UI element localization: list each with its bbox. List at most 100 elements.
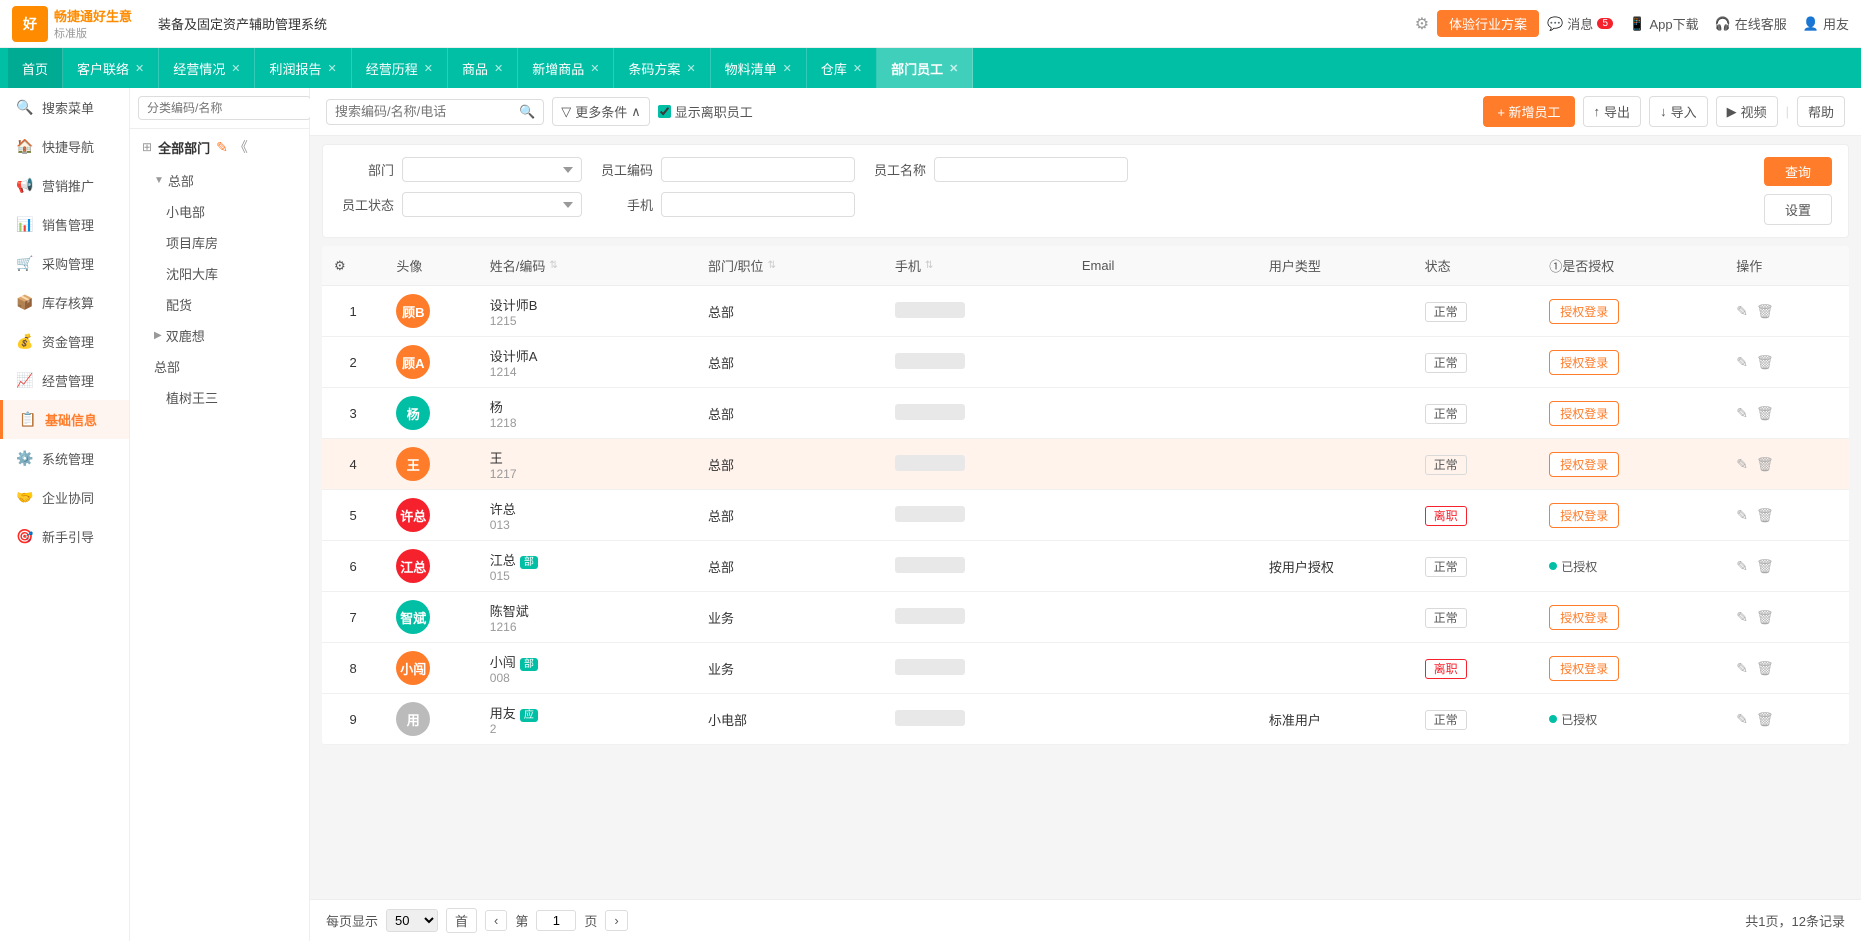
close-icon[interactable]: ✕ (424, 62, 433, 75)
user-menu[interactable]: 👤 用友 (1803, 14, 1849, 33)
tab-goods[interactable]: 商品 ✕ (448, 48, 518, 88)
sidebar-item-guide[interactable]: 🎯 新手引导 (0, 517, 129, 556)
delete-icon[interactable]: 🗑 (1756, 609, 1774, 626)
tree-node-shenyang[interactable]: 沈阳大库 (130, 258, 309, 289)
tree-node-distribution[interactable]: 配货 (130, 289, 309, 320)
close-icon[interactable]: ✕ (590, 62, 599, 75)
page-size-select[interactable]: 50 100 (386, 909, 438, 932)
phone-input[interactable] (661, 192, 855, 217)
tree-collapse-icon[interactable]: 《 (234, 137, 248, 157)
delete-icon[interactable]: 🗑 (1756, 558, 1774, 575)
delete-icon[interactable]: 🗑 (1756, 405, 1774, 422)
auth-login-button[interactable]: 授权登录 (1549, 350, 1619, 375)
add-employee-button[interactable]: + 新增员工 (1483, 96, 1574, 127)
search-input[interactable] (335, 104, 515, 119)
edit-icon[interactable]: ✎ (1736, 507, 1748, 524)
th-name[interactable]: 姓名/编码⇅ (478, 246, 696, 286)
sidebar-item-collab[interactable]: 🤝 企业协同 (0, 478, 129, 517)
show-resigned-checkbox[interactable]: 显示离职员工 (658, 102, 753, 121)
prev-page-button[interactable]: ‹ (485, 910, 507, 931)
th-dept[interactable]: 部门/职位⇅ (696, 246, 883, 286)
auth-login-button[interactable]: 授权登录 (1549, 401, 1619, 426)
delete-icon[interactable]: 🗑 (1756, 456, 1774, 473)
sidebar-item-inventory[interactable]: 📦 库存核算 (0, 283, 129, 322)
sidebar-item-search[interactable]: 🔍 搜索菜单 (0, 88, 129, 127)
gear-icon[interactable]: ⚙ (1415, 14, 1429, 34)
delete-icon[interactable]: 🗑 (1756, 303, 1774, 320)
sidebar-item-sales[interactable]: 📊 销售管理 (0, 205, 129, 244)
edit-icon[interactable]: ✎ (1736, 354, 1748, 371)
auth-login-button[interactable]: 授权登录 (1549, 503, 1619, 528)
delete-icon[interactable]: 🗑 (1756, 354, 1774, 371)
page-input[interactable] (536, 910, 576, 931)
tree-root-label[interactable]: 全部部门 (158, 138, 210, 157)
message-button[interactable]: 💬 消息 5 (1547, 14, 1613, 33)
edit-icon[interactable]: ✎ (1736, 405, 1748, 422)
set-button[interactable]: 设置 (1764, 194, 1832, 225)
close-icon[interactable]: ✕ (135, 62, 144, 75)
auth-login-button[interactable]: 授权登录 (1549, 452, 1619, 477)
first-page-button[interactable]: 首 (446, 908, 477, 933)
delete-icon[interactable]: 🗑 (1756, 711, 1774, 728)
edit-icon[interactable]: ✎ (1736, 456, 1748, 473)
edit-icon[interactable]: ✎ (1736, 303, 1748, 320)
edit-icon[interactable]: ✎ (1736, 711, 1748, 728)
tree-node-xdb[interactable]: 小电部 (130, 196, 309, 227)
tree-node-plant[interactable]: 植树王三 (130, 382, 309, 413)
tree-node-project[interactable]: 项目库房 (130, 227, 309, 258)
search-icon[interactable]: 🔍 (519, 104, 535, 120)
help-button[interactable]: 帮助 (1797, 96, 1845, 127)
sidebar-item-system[interactable]: ⚙️ 系统管理 (0, 439, 129, 478)
close-icon[interactable]: ✕ (328, 62, 337, 75)
dept-select[interactable] (402, 157, 582, 182)
emp-name-input[interactable] (934, 157, 1128, 182)
online-service-button[interactable]: 🎧 在线客服 (1715, 14, 1787, 33)
next-page-button[interactable]: › (605, 910, 627, 931)
close-icon[interactable]: ✕ (783, 62, 792, 75)
th-settings[interactable]: ⚙ (322, 246, 384, 286)
tab-operations[interactable]: 经营情况 ✕ (159, 48, 255, 88)
delete-icon[interactable]: 🗑 (1756, 507, 1774, 524)
tab-home[interactable]: 首页 (8, 48, 63, 88)
sidebar-item-management[interactable]: 📈 经营管理 (0, 361, 129, 400)
emp-status-select[interactable] (402, 192, 582, 217)
th-phone[interactable]: 手机⇅ (883, 246, 1070, 286)
sidebar-item-marketing[interactable]: 📢 营销推广 (0, 166, 129, 205)
auth-login-button[interactable]: 授权登录 (1549, 299, 1619, 324)
view-button[interactable]: ▶ 视频 (1716, 96, 1778, 127)
tab-warehouse[interactable]: 仓库 ✕ (807, 48, 877, 88)
tree-node-double[interactable]: ▶ 双鹿想 (130, 320, 309, 351)
close-icon[interactable]: ✕ (949, 62, 958, 75)
resigned-checkbox[interactable] (658, 105, 671, 118)
auth-login-button[interactable]: 授权登录 (1549, 605, 1619, 630)
sidebar-item-finance[interactable]: 💰 资金管理 (0, 322, 129, 361)
trial-button[interactable]: 体验行业方案 (1437, 10, 1539, 37)
delete-icon[interactable]: 🗑 (1756, 660, 1774, 677)
close-icon[interactable]: ✕ (853, 62, 862, 75)
more-filter-button[interactable]: ▽ 更多条件 ∧ (552, 97, 650, 126)
tab-department[interactable]: 部门员工 ✕ (877, 48, 973, 88)
close-icon[interactable]: ✕ (686, 62, 695, 75)
edit-icon[interactable]: ✎ (1736, 558, 1748, 575)
tab-customer[interactable]: 客户联络 ✕ (63, 48, 159, 88)
tab-profit[interactable]: 利润报告 ✕ (255, 48, 351, 88)
edit-icon[interactable]: ✎ (1736, 660, 1748, 677)
close-icon[interactable]: ✕ (494, 62, 503, 75)
close-icon[interactable]: ✕ (231, 62, 240, 75)
tree-node-head[interactable]: ▼ 总部 (130, 165, 309, 196)
tree-node-hq[interactable]: 总部 (130, 351, 309, 382)
tree-search-input[interactable] (138, 96, 311, 120)
tree-edit-icon[interactable]: ✎ (216, 139, 228, 156)
tab-new-goods[interactable]: 新增商品 ✕ (518, 48, 614, 88)
app-download-button[interactable]: 📱 App下载 (1629, 14, 1698, 33)
emp-code-input[interactable] (661, 157, 855, 182)
export-button[interactable]: ↑ 导出 (1583, 96, 1642, 127)
sidebar-item-purchase[interactable]: 🛒 采购管理 (0, 244, 129, 283)
sidebar-item-nav[interactable]: 🏠 快捷导航 (0, 127, 129, 166)
tab-barcode[interactable]: 条码方案 ✕ (614, 48, 710, 88)
tab-history[interactable]: 经营历程 ✕ (352, 48, 448, 88)
sidebar-item-basic[interactable]: 📋 基础信息 (0, 400, 129, 439)
auth-login-button[interactable]: 授权登录 (1549, 656, 1619, 681)
tab-bom[interactable]: 物料清单 ✕ (711, 48, 807, 88)
import-button[interactable]: ↓ 导入 (1649, 96, 1708, 127)
